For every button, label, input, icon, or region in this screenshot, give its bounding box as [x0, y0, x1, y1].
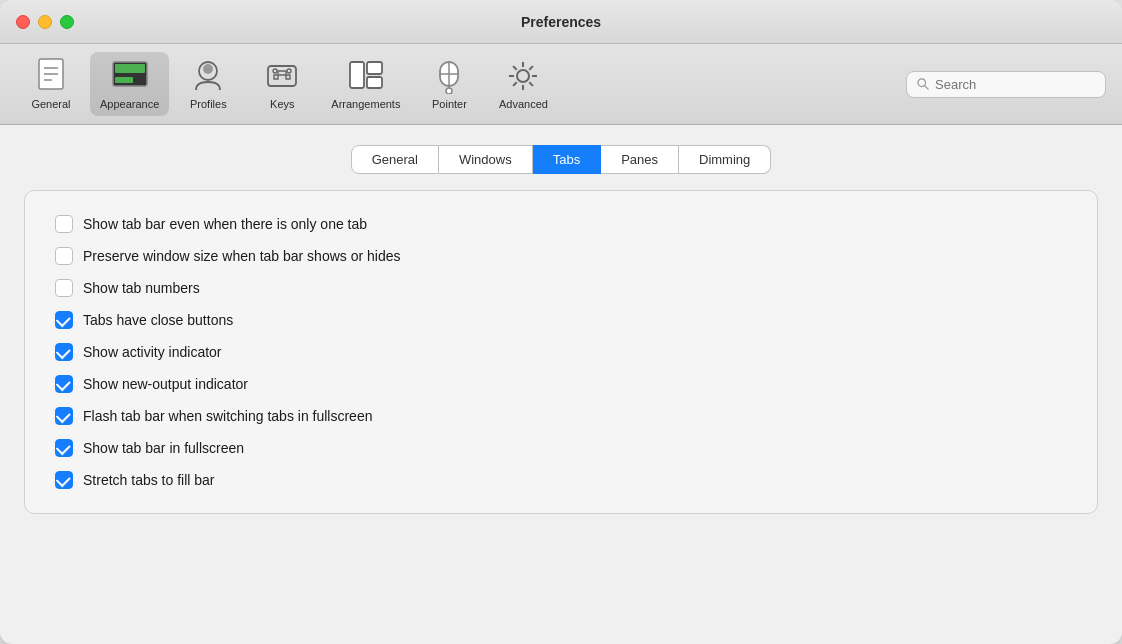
toolbar-label-arrangements: Arrangements: [331, 98, 400, 110]
list-item: Show tab numbers: [55, 275, 1067, 301]
toolbar-item-appearance[interactable]: Appearance: [90, 52, 169, 116]
toolbar-item-pointer[interactable]: Pointer: [414, 52, 484, 116]
search-box[interactable]: [906, 71, 1106, 98]
list-item: Stretch tabs to fill bar: [55, 467, 1067, 493]
toolbar-label-appearance: Appearance: [100, 98, 159, 110]
general-icon: [33, 58, 69, 94]
appearance-icon: [112, 58, 148, 94]
traffic-lights: [16, 15, 74, 29]
toolbar-label-advanced: Advanced: [499, 98, 548, 110]
svg-rect-14: [367, 77, 382, 88]
checkbox-show-tab-numbers[interactable]: [55, 279, 73, 297]
titlebar: Preferences: [0, 0, 1122, 44]
tab-tabs[interactable]: Tabs: [533, 145, 601, 174]
svg-line-30: [925, 86, 928, 89]
label-show-tab-bar-one: Show tab bar even when there is only one…: [83, 216, 367, 232]
tab-windows[interactable]: Windows: [439, 145, 533, 174]
svg-rect-13: [367, 62, 382, 74]
label-preserve-window-size: Preserve window size when tab bar shows …: [83, 248, 401, 264]
toolbar-item-keys[interactable]: Keys: [247, 52, 317, 116]
svg-rect-5: [115, 64, 145, 73]
advanced-icon: [505, 58, 541, 94]
maximize-button[interactable]: [60, 15, 74, 29]
checkbox-show-tab-bar-fullscreen[interactable]: [55, 439, 73, 457]
svg-line-26: [530, 82, 534, 86]
window-title: Preferences: [521, 14, 601, 30]
svg-point-8: [203, 64, 213, 74]
svg-line-27: [530, 66, 534, 70]
pointer-icon: [431, 58, 467, 94]
toolbar-label-profiles: Profiles: [190, 98, 227, 110]
checkbox-show-activity-indicator[interactable]: [55, 343, 73, 361]
arrangements-icon: [348, 58, 384, 94]
toolbar-item-general[interactable]: General: [16, 52, 86, 116]
list-item: Show new-output indicator: [55, 371, 1067, 397]
svg-rect-9: [268, 66, 296, 86]
checkbox-flash-tab-bar[interactable]: [55, 407, 73, 425]
svg-point-11: [287, 69, 291, 73]
toolbar-item-arrangements[interactable]: Arrangements: [321, 52, 410, 116]
label-flash-tab-bar: Flash tab bar when switching tabs in ful…: [83, 408, 372, 424]
checkbox-show-new-output-indicator[interactable]: [55, 375, 73, 393]
list-item: Show activity indicator: [55, 339, 1067, 365]
checkbox-stretch-tabs[interactable]: [55, 471, 73, 489]
tab-panes[interactable]: Panes: [601, 145, 679, 174]
toolbar-label-pointer: Pointer: [432, 98, 467, 110]
checkbox-show-tab-bar-one[interactable]: [55, 215, 73, 233]
toolbar-item-profiles[interactable]: Profiles: [173, 52, 243, 116]
list-item: Tabs have close buttons: [55, 307, 1067, 333]
label-show-tab-numbers: Show tab numbers: [83, 280, 200, 296]
toolbar-item-advanced[interactable]: Advanced: [488, 52, 558, 116]
profiles-icon: [190, 58, 226, 94]
tab-general[interactable]: General: [351, 145, 439, 174]
label-show-tab-bar-fullscreen: Show tab bar in fullscreen: [83, 440, 244, 456]
settings-panel: Show tab bar even when there is only one…: [24, 190, 1098, 514]
subtabs: General Windows Tabs Panes Dimming: [24, 145, 1098, 174]
keys-icon: [264, 58, 300, 94]
toolbar-label-keys: Keys: [270, 98, 294, 110]
search-icon: [917, 77, 929, 91]
minimize-button[interactable]: [38, 15, 52, 29]
toolbar: General Appearance Profile: [0, 44, 1122, 125]
label-show-activity-indicator: Show activity indicator: [83, 344, 222, 360]
tab-dimming[interactable]: Dimming: [679, 145, 771, 174]
list-item: Show tab bar in fullscreen: [55, 435, 1067, 461]
svg-point-10: [273, 69, 277, 73]
svg-rect-6: [115, 77, 133, 83]
svg-line-28: [514, 82, 518, 86]
close-button[interactable]: [16, 15, 30, 29]
list-item: Show tab bar even when there is only one…: [55, 211, 1067, 237]
svg-point-20: [517, 70, 529, 82]
main-window: Preferences General: [0, 0, 1122, 644]
svg-point-18: [446, 88, 452, 94]
checkbox-tabs-close-buttons[interactable]: [55, 311, 73, 329]
checkbox-preserve-window-size[interactable]: [55, 247, 73, 265]
list-item: Flash tab bar when switching tabs in ful…: [55, 403, 1067, 429]
svg-line-25: [514, 66, 518, 70]
label-show-new-output-indicator: Show new-output indicator: [83, 376, 248, 392]
list-item: Preserve window size when tab bar shows …: [55, 243, 1067, 269]
label-stretch-tabs: Stretch tabs to fill bar: [83, 472, 215, 488]
label-tabs-close-buttons: Tabs have close buttons: [83, 312, 233, 328]
toolbar-label-general: General: [31, 98, 70, 110]
search-input[interactable]: [935, 77, 1095, 92]
svg-rect-12: [350, 62, 364, 88]
content-area: General Windows Tabs Panes Dimming Show …: [0, 125, 1122, 644]
